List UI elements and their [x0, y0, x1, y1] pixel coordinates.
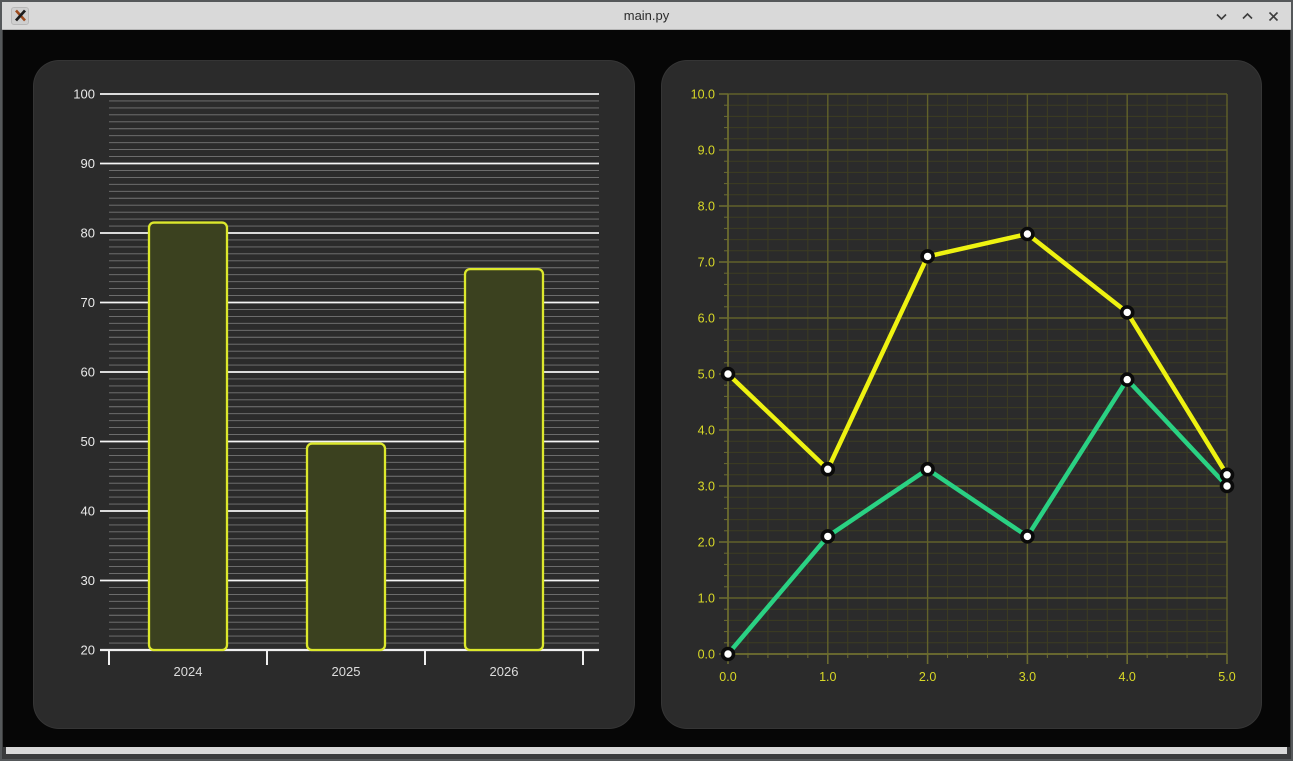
bar-chart-panel: 20 30 40 50 60 70 80 90 100 2024 2025 2026: [33, 60, 635, 729]
close-button[interactable]: [1265, 8, 1281, 24]
maximize-button[interactable]: [1239, 8, 1255, 24]
svg-text:60: 60: [81, 365, 95, 380]
svg-text:7.0: 7.0: [698, 256, 715, 270]
line-chart: 0.0 1.0 2.0 3.0 4.0 5.0 6.0 7.0 8.0 9.0 10.0 0.0 1.0…: [691, 88, 1236, 685]
svg-text:4.0: 4.0: [1119, 670, 1136, 684]
minimize-button[interactable]: [1213, 8, 1229, 24]
svg-text:40: 40: [81, 504, 95, 519]
svg-text:1.0: 1.0: [819, 670, 836, 684]
svg-text:4.0: 4.0: [698, 424, 715, 438]
svg-text:5.0: 5.0: [698, 368, 715, 382]
svg-text:0.0: 0.0: [698, 648, 715, 662]
svg-text:1.0: 1.0: [698, 592, 715, 606]
bar-chart: 20 30 40 50 60 70 80 90 100 2024 2025 2026: [73, 87, 599, 679]
x11-logo-icon[interactable]: [11, 6, 29, 25]
line-chart-panel: 0.0 1.0 2.0 3.0 4.0 5.0 6.0 7.0 8.0 9.0 10.0 0.0 1.0…: [661, 60, 1262, 729]
svg-text:2024: 2024: [174, 664, 203, 679]
close-icon: [1268, 11, 1278, 21]
svg-text:100: 100: [73, 87, 95, 102]
svg-text:2.0: 2.0: [919, 670, 936, 684]
window-title: main.py: [623, 8, 670, 23]
svg-text:9.0: 9.0: [698, 144, 715, 158]
svg-text:80: 80: [81, 226, 95, 241]
svg-text:2025: 2025: [332, 664, 361, 679]
svg-text:0.0: 0.0: [719, 670, 736, 684]
window-content: 20 30 40 50 60 70 80 90 100 2024 2025 2026 0.0 1.0 2.…: [3, 30, 1290, 747]
svg-text:2026: 2026: [490, 664, 519, 679]
svg-text:3.0: 3.0: [698, 480, 715, 494]
window-controls: [1213, 2, 1281, 30]
svg-text:5.0: 5.0: [1218, 670, 1235, 684]
svg-text:70: 70: [81, 295, 95, 310]
svg-text:6.0: 6.0: [698, 312, 715, 326]
svg-text:30: 30: [81, 573, 95, 588]
svg-text:90: 90: [81, 156, 95, 171]
chevron-down-icon: [1215, 13, 1227, 20]
svg-text:8.0: 8.0: [698, 200, 715, 214]
window-titlebar[interactable]: main.py: [2, 2, 1291, 30]
window-bottom-frame: [6, 747, 1287, 754]
svg-text:20: 20: [81, 643, 95, 658]
svg-text:10.0: 10.0: [691, 88, 715, 102]
svg-text:3.0: 3.0: [1019, 670, 1036, 684]
svg-text:2.0: 2.0: [698, 536, 715, 550]
chevron-up-icon: [1241, 12, 1253, 19]
svg-text:50: 50: [81, 434, 95, 449]
